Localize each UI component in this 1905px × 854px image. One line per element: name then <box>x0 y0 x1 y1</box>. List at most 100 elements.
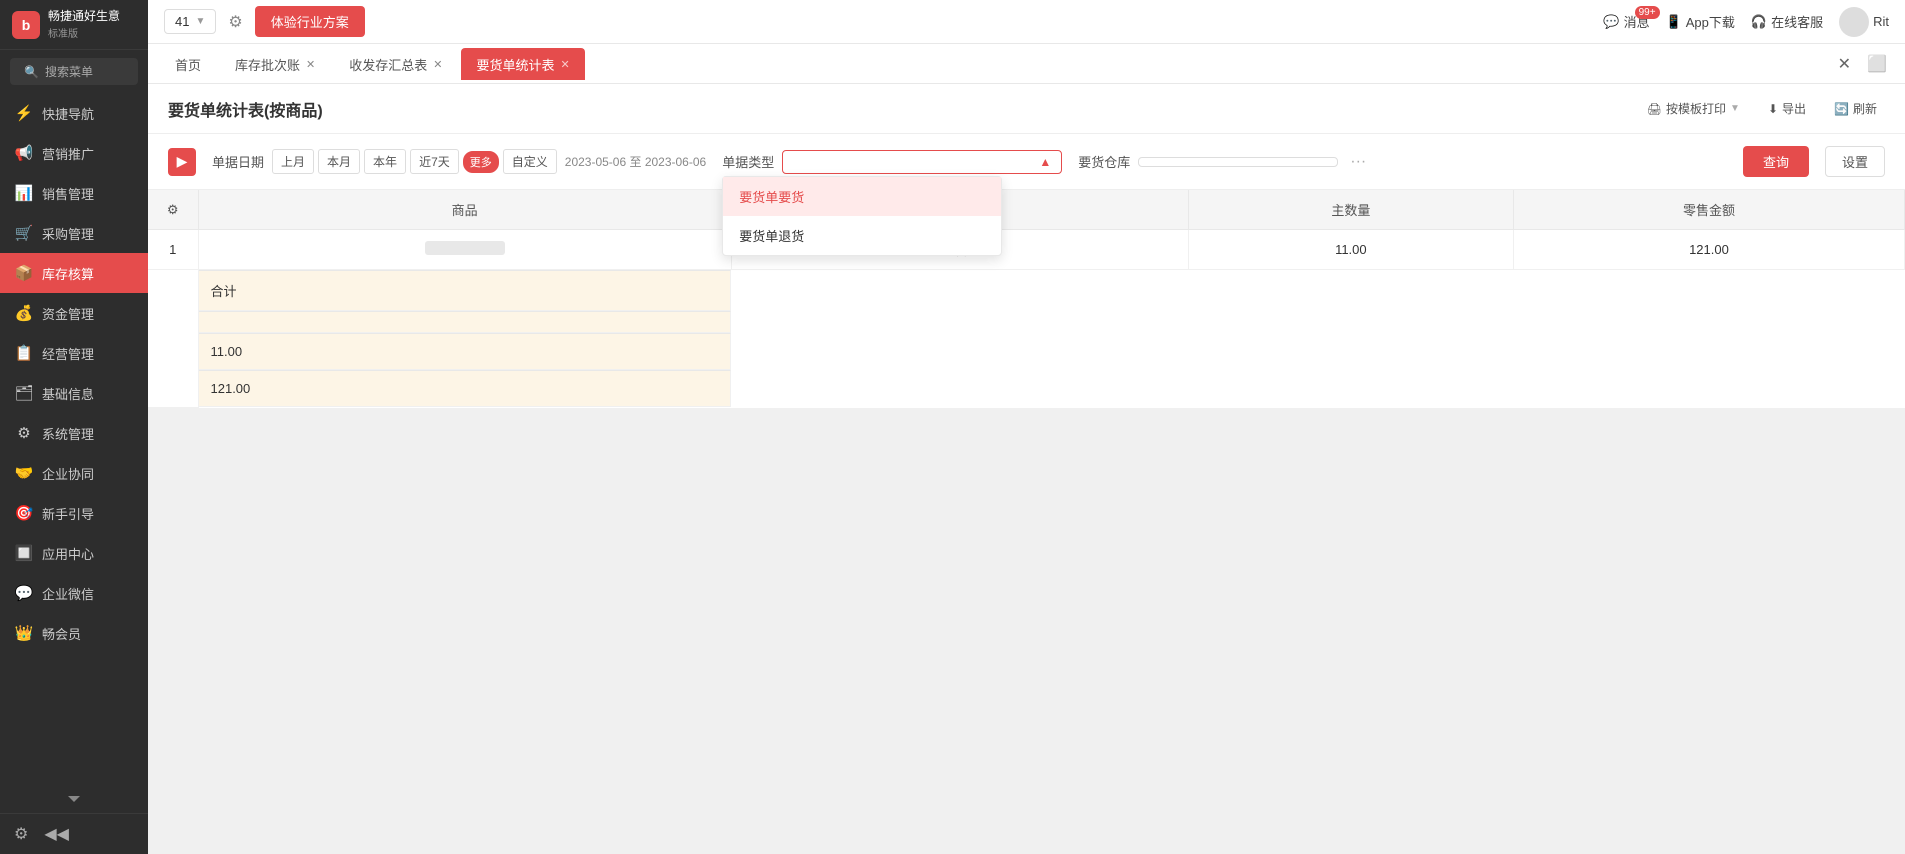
sidebar: b 畅捷通好生意 标准版 🔍 搜索菜单 ⚡ 快捷导航 📢 营销推广 📊 销售管理… <box>0 0 148 854</box>
online-service-item[interactable]: 🎧 在线客服 <box>1751 12 1823 31</box>
dropdown-item-order-goods[interactable]: 要货单要货 <box>723 177 1001 216</box>
sales-icon: 📊 <box>14 183 34 203</box>
sidebar-item-marketing[interactable]: 📢 营销推广 <box>0 133 148 173</box>
basic-icon: 🗂 <box>14 383 34 403</box>
header-gear-icon[interactable]: ⚙ <box>228 12 242 32</box>
tabs-controls: ✕ ⬜ <box>1832 52 1893 76</box>
col-gear: ⚙ <box>148 190 198 230</box>
tabs-close-icon[interactable]: ✕ <box>1832 52 1857 76</box>
date-btn-this-month[interactable]: 本月 <box>318 149 360 174</box>
row-index: 1 <box>148 230 198 270</box>
app-logo-text: 畅捷通好生意 标准版 <box>48 9 120 40</box>
sidebar-item-operations[interactable]: 📋 经营管理 <box>0 333 148 373</box>
table-header-row: ⚙ 商品 主计量单位 主数量 零 <box>148 190 1905 230</box>
tabs-bar: 首页 库存批次账 ✕ 收发存汇总表 ✕ 要货单统计表 ✕ ✕ ⬜ <box>148 44 1905 84</box>
table-row: 1 块 11.00 121.00 <box>148 230 1905 270</box>
sidebar-item-app-center[interactable]: 🔲 应用中心 <box>0 533 148 573</box>
header-left: 41 ▼ ⚙ 体验行业方案 <box>164 6 365 37</box>
footer-amount: 121.00 <box>199 370 732 407</box>
sidebar-item-member[interactable]: 👑 畅会员 <box>0 613 148 653</box>
footer-empty-1 <box>148 270 198 408</box>
sidebar-search-btn[interactable]: 🔍 搜索菜单 <box>10 58 138 85</box>
tab-home[interactable]: 首页 <box>160 48 216 80</box>
sidebar-item-label: 企业微信 <box>42 584 94 603</box>
sidebar-item-quick-nav[interactable]: ⚡ 快捷导航 <box>0 93 148 133</box>
table-container: ⚙ 商品 主计量单位 主数量 零 <box>148 190 1905 408</box>
date-btn-custom[interactable]: 自定义 <box>503 149 557 174</box>
user-avatar-area[interactable]: Rit <box>1839 7 1889 37</box>
tabs-expand-icon[interactable]: ⬜ <box>1861 52 1893 76</box>
set-btn[interactable]: 设置 <box>1825 146 1885 177</box>
row-quantity: 11.00 <box>1188 230 1513 270</box>
inventory-icon: 📦 <box>14 263 34 283</box>
sidebar-item-guide[interactable]: 🎯 新手引导 <box>0 493 148 533</box>
filter-expand-btn[interactable]: ▶ <box>168 148 196 176</box>
table-body: 1 块 11.00 121.00 <box>148 230 1905 270</box>
sidebar-item-label: 新手引导 <box>42 504 94 523</box>
tab-order-summary-label: 要货单统计表 <box>476 55 554 74</box>
type-select-arrow-icon: ▲ <box>1039 155 1051 169</box>
refresh-btn[interactable]: 🔄 刷新 <box>1826 96 1885 121</box>
export-btn[interactable]: ⬇ 导出 <box>1760 96 1814 121</box>
operations-icon: 📋 <box>14 343 34 363</box>
tab-order-summary[interactable]: 要货单统计表 ✕ <box>461 48 584 80</box>
col-product: 商品 <box>198 190 731 230</box>
warehouse-more-icon[interactable]: ··· <box>1346 151 1370 173</box>
table-gear-icon[interactable]: ⚙ <box>167 202 179 217</box>
app-download-label: App下载 <box>1686 12 1735 31</box>
quick-nav-icon: ⚡ <box>14 103 34 123</box>
guide-icon: 🎯 <box>14 503 34 523</box>
sidebar-item-label: 应用中心 <box>42 544 94 563</box>
app-center-icon: 🔲 <box>14 543 34 563</box>
sidebar-item-label: 营销推广 <box>42 144 94 163</box>
query-btn[interactable]: 查询 <box>1743 146 1809 177</box>
sidebar-item-enterprise[interactable]: 🤝 企业协同 <box>0 453 148 493</box>
online-service-label: 在线客服 <box>1771 12 1823 31</box>
sidebar-item-label: 采购管理 <box>42 224 94 243</box>
col-quantity: 主数量 <box>1188 190 1513 230</box>
tab-batch-account-close[interactable]: ✕ <box>306 58 315 71</box>
print-template-btn[interactable]: 🖨 按模板打印 ▼ <box>1639 96 1748 121</box>
sidebar-item-basic[interactable]: 🗂 基础信息 <box>0 373 148 413</box>
type-select-input[interactable]: ▲ <box>782 150 1062 174</box>
tab-batch-account-label: 库存批次账 <box>235 55 300 74</box>
sidebar-item-system[interactable]: ⚙ 系统管理 <box>0 413 148 453</box>
date-btn-this-year[interactable]: 本年 <box>364 149 406 174</box>
collapse-icon[interactable]: ◀◀ <box>44 824 69 844</box>
tab-order-summary-close[interactable]: ✕ <box>561 58 570 71</box>
tab-batch-account[interactable]: 库存批次账 ✕ <box>220 48 330 80</box>
date-btn-last-7-days[interactable]: 近7天 <box>410 149 459 174</box>
main-area: 41 ▼ ⚙ 体验行业方案 💬 消息 99+ 📱 App下载 🎧 在线客服 <box>148 0 1905 854</box>
dropdown-item-order-return[interactable]: 要货单退货 <box>723 216 1001 255</box>
col-amount: 零售金额 <box>1513 190 1904 230</box>
sidebar-scroll-down[interactable] <box>0 785 148 813</box>
system-icon: ⚙ <box>14 423 34 443</box>
refresh-icon: 🔄 <box>1834 102 1849 116</box>
product-placeholder <box>425 241 505 255</box>
tab-receive-summary[interactable]: 收发存汇总表 ✕ <box>334 48 457 80</box>
message-icon: 💬 <box>1603 14 1619 30</box>
sidebar-logo: b 畅捷通好生意 标准版 <box>0 0 148 50</box>
sidebar-item-label: 基础信息 <box>42 384 94 403</box>
sidebar-item-inventory[interactable]: 📦 库存核算 <box>0 253 148 293</box>
date-btn-more[interactable]: 更多 <box>463 151 499 173</box>
trial-btn[interactable]: 体验行业方案 <box>255 6 365 37</box>
date-btn-last-month[interactable]: 上月 <box>272 149 314 174</box>
tab-receive-summary-close[interactable]: ✕ <box>433 58 442 71</box>
sidebar-item-label: 快捷导航 <box>42 104 94 123</box>
sidebar-item-finance[interactable]: 💰 资金管理 <box>0 293 148 333</box>
table-footer-row: 合计 11.00 121.00 <box>148 270 1905 408</box>
sidebar-item-label: 经营管理 <box>42 344 94 363</box>
warehouse-select-input[interactable] <box>1138 157 1338 167</box>
sidebar-item-purchase[interactable]: 🛒 采购管理 <box>0 213 148 253</box>
footer-label: 合计 <box>199 270 732 311</box>
settings-icon[interactable]: ⚙ <box>14 824 28 844</box>
filter-bar: ▶ 单据日期 上月 本月 本年 近7天 更多 自定义 2023-05-06 至 … <box>148 134 1905 190</box>
sidebar-item-enterprise-wechat[interactable]: 💬 企业微信 <box>0 573 148 613</box>
purchase-icon: 🛒 <box>14 223 34 243</box>
sidebar-item-sales[interactable]: 📊 销售管理 <box>0 173 148 213</box>
messages-item[interactable]: 💬 消息 99+ <box>1603 12 1649 31</box>
app-download-item[interactable]: 📱 App下载 <box>1666 12 1735 31</box>
footer-unit-empty <box>199 311 732 333</box>
company-selector[interactable]: 41 ▼ <box>164 9 216 34</box>
